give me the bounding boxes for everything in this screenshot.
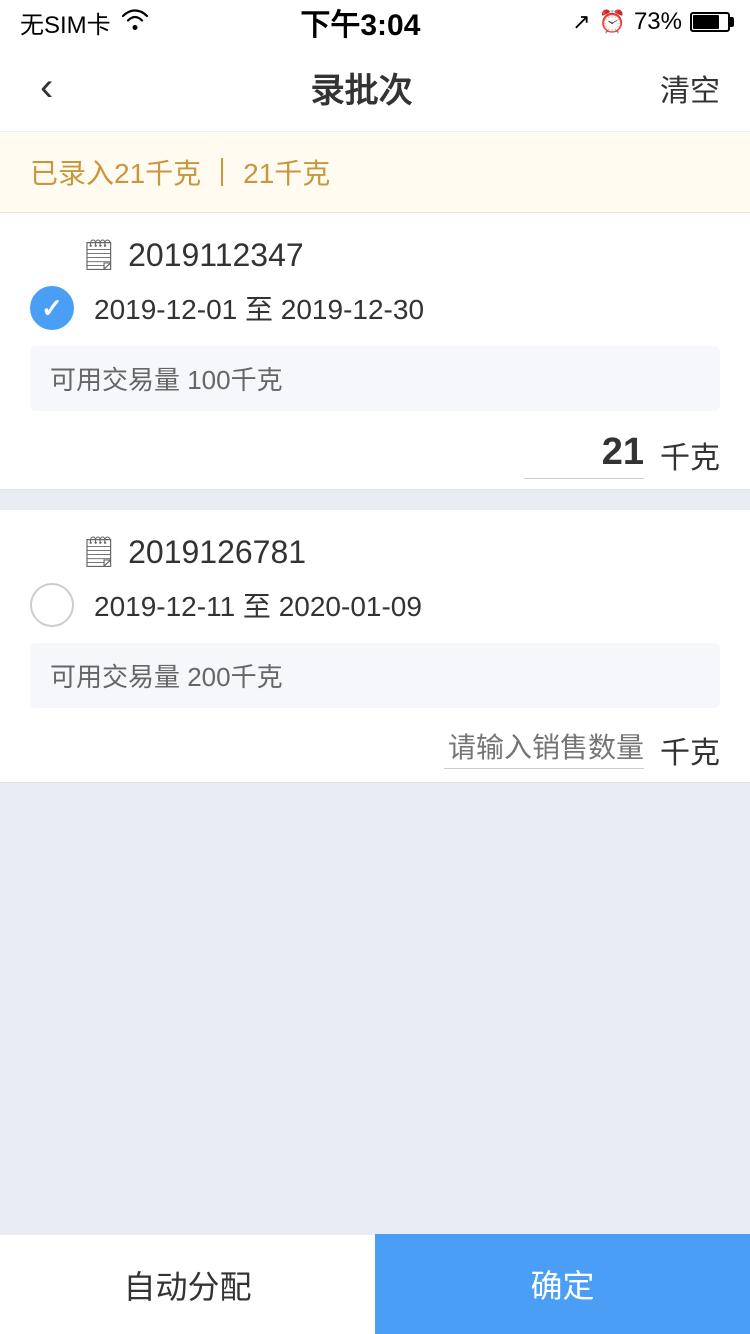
recorded-value: 21千克	[243, 152, 330, 192]
recorded-label: 已录入21千克	[30, 152, 201, 192]
batch1-unit: 千克	[660, 433, 720, 477]
batch2-date-row: 2019-12-11 至 2020-01-09	[30, 583, 720, 627]
status-right: ↗ ⏰ 73%	[572, 8, 730, 36]
status-time: 下午3:04	[300, 0, 420, 44]
content-wrapper: 🗒 2019112347 2019-12-01 至 2019-12-30 可用交…	[0, 213, 750, 1315]
batch-item-1: 🗒 2019112347 2019-12-01 至 2019-12-30 可用交…	[0, 213, 750, 490]
banner-divider	[221, 158, 223, 186]
batch1-id-icon: 🗒	[80, 238, 118, 273]
bottom-bar: 自动分配 确定	[0, 1234, 750, 1334]
batch2-id-icon: 🗒	[80, 535, 118, 570]
batch2-date: 2019-12-11 至 2020-01-09	[94, 585, 422, 625]
batch1-available: 可用交易量 100千克	[30, 346, 720, 411]
batch1-id: 2019112347	[128, 237, 304, 274]
batch1-amount-input[interactable]	[524, 431, 644, 474]
battery-icon	[690, 12, 730, 32]
alarm-icon: ⏰	[599, 9, 626, 35]
batch1-amount-row: 千克	[0, 411, 750, 489]
info-banner: 已录入21千克 21千克	[0, 132, 750, 213]
batch2-unit: 千克	[660, 728, 720, 772]
batch2-available: 可用交易量 200千克	[30, 643, 720, 708]
batch1-amount-underline	[524, 431, 644, 479]
battery-percent: 73%	[634, 8, 682, 36]
back-button[interactable]: ‹	[30, 55, 63, 120]
batch2-id-row: 🗒 2019126781	[80, 534, 720, 571]
batch2-input-wrapper	[444, 732, 644, 769]
nav-bar: ‹ 录批次 清空	[0, 44, 750, 132]
auto-distribute-button[interactable]: 自动分配	[0, 1234, 375, 1334]
sim-text: 无SIM卡	[20, 5, 111, 40]
batch1-radio[interactable]	[30, 286, 74, 330]
batch1-id-row: 🗒 2019112347	[80, 237, 720, 274]
wifi-icon	[121, 8, 149, 37]
status-left: 无SIM卡	[20, 5, 149, 40]
status-bar: 无SIM卡 下午3:04 ↗ ⏰ 73%	[0, 0, 750, 44]
batch2-id: 2019126781	[128, 534, 306, 571]
location-icon: ↗	[572, 9, 590, 35]
page-title: 录批次	[311, 63, 413, 112]
confirm-button[interactable]: 确定	[375, 1234, 750, 1334]
batch2-amount-row: 千克	[0, 708, 750, 782]
clear-button[interactable]: 清空	[660, 66, 720, 110]
batch1-date: 2019-12-01 至 2019-12-30	[94, 288, 424, 328]
section-gap-1	[0, 490, 750, 510]
batch2-radio[interactable]	[30, 583, 74, 627]
batch1-date-row: 2019-12-01 至 2019-12-30	[30, 286, 720, 330]
batch2-amount-input[interactable]	[444, 732, 644, 764]
batch-item-2: 🗒 2019126781 2019-12-11 至 2020-01-09 可用交…	[0, 510, 750, 783]
